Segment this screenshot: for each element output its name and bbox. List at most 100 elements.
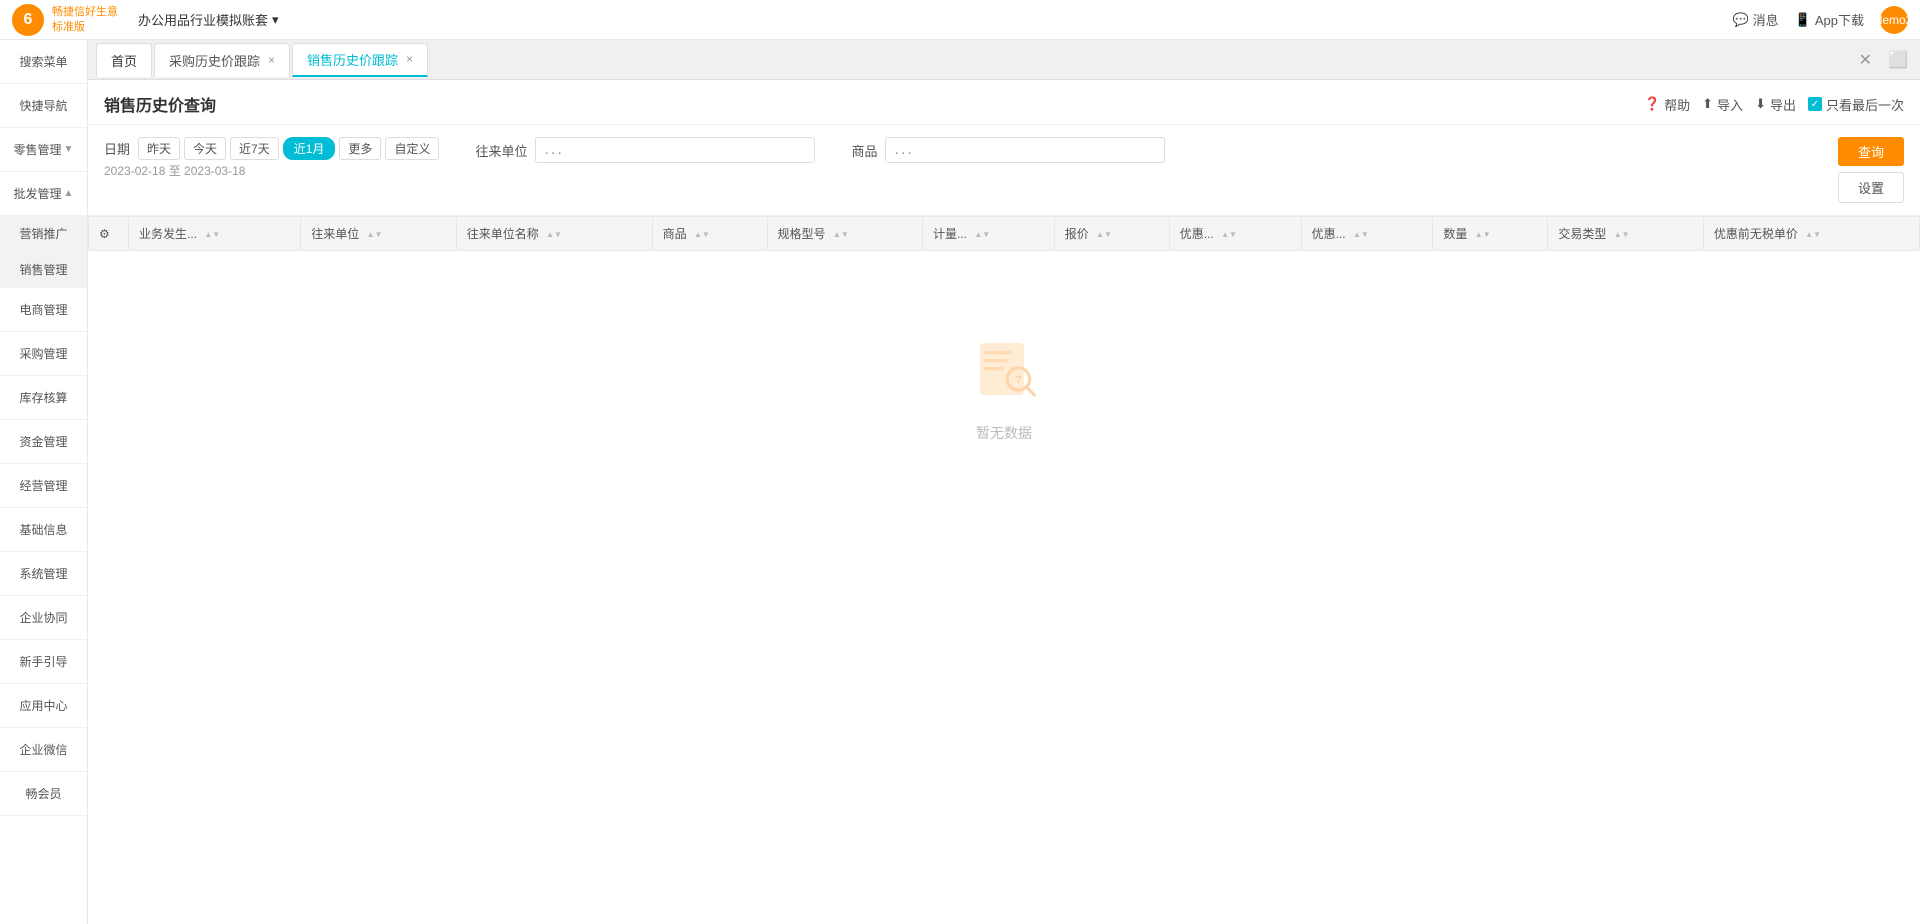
date-btn-7days[interactable]: 近7天 [230, 137, 279, 160]
sidebar-item-enterprise-collab[interactable]: 企业协同 [0, 596, 87, 640]
tab-bar-right: ✕ ⬜ [1855, 48, 1912, 72]
logo-area: 6 畅捷信好生意 标准版 [12, 4, 118, 36]
tab-bar: 首页 采购历史价跟踪 × 销售历史价跟踪 × ✕ ⬜ [88, 40, 1920, 80]
sidebar-item-basic-info[interactable]: 基础信息 [0, 508, 87, 552]
sort-trade-type-icon: ▲▼ [1614, 231, 1630, 239]
sidebar-item-newbie-guide[interactable]: 新手引导 [0, 640, 87, 684]
partner-filter-group: 往来单位 ... [475, 137, 815, 163]
th-trade-type[interactable]: 交易类型 ▲▼ [1548, 217, 1703, 251]
tab-sales-history[interactable]: 销售历史价跟踪 × [292, 43, 428, 77]
date-filter-group: 日期 昨天 今天 近7天 近1月 更多 自定义 2023-02-18 至 202… [104, 137, 439, 179]
window-close-btn[interactable]: ✕ [1855, 48, 1876, 72]
dropdown-arrow-icon: ▾ [272, 12, 279, 28]
partner-input[interactable]: ... [535, 137, 815, 163]
date-btn-yesterday[interactable]: 昨天 [138, 137, 180, 160]
only-last-wrapper[interactable]: 只看最后一次 [1808, 95, 1904, 114]
settings-button[interactable]: 设置 [1838, 172, 1904, 203]
data-table: ⚙ 业务发生... ▲▼ 往来单位 ▲▼ 往来单位名称 [88, 216, 1920, 251]
date-btn-today[interactable]: 今天 [184, 137, 226, 160]
svg-text:?: ? [1015, 374, 1022, 386]
th-discount2[interactable]: 优惠... ▲▼ [1301, 217, 1433, 251]
table-header-row: ⚙ 业务发生... ▲▼ 往来单位 ▲▼ 往来单位名称 [89, 217, 1920, 251]
empty-state: ? 暂无数据 [88, 251, 1920, 523]
sidebar-item-system-mgmt[interactable]: 系统管理 [0, 552, 87, 596]
th-product[interactable]: 商品 ▲▼ [652, 217, 767, 251]
membership-label: 畅会员 [25, 785, 61, 802]
th-quantity[interactable]: 数量 ▲▼ [1433, 217, 1548, 251]
tab-purchase-history-label: 采购历史价跟踪 [169, 51, 260, 70]
window-maximize-btn[interactable]: ⬜ [1884, 48, 1912, 72]
app-nav-item[interactable]: 📱 App下载 [1795, 10, 1864, 29]
only-last-checkbox[interactable] [1808, 97, 1822, 111]
basic-info-label: 基础信息 [19, 521, 67, 538]
tab-purchase-history[interactable]: 采购历史价跟踪 × [154, 43, 290, 77]
sidebar-item-purchase[interactable]: 采购管理 [0, 332, 87, 376]
export-action[interactable]: ⬇ 导出 [1755, 95, 1796, 114]
enterprise-collab-label: 企业协同 [19, 609, 67, 626]
th-spec[interactable]: 规格型号 ▲▼ [767, 217, 922, 251]
sidebar-item-sales-mgmt[interactable]: 销售管理 [0, 252, 87, 288]
sidebar-item-wholesale[interactable]: 批发管理 ▲ [0, 172, 87, 216]
tab-purchase-history-close[interactable]: × [268, 53, 275, 67]
ecommerce-label: 电商管理 [19, 301, 67, 318]
sidebar-item-operations[interactable]: 经营管理 [0, 464, 87, 508]
th-discount1[interactable]: 优惠... ▲▼ [1169, 217, 1301, 251]
sidebar-item-app-center[interactable]: 应用中心 [0, 684, 87, 728]
retail-chevron-icon: ▼ [64, 144, 74, 155]
page-header: 销售历史价查询 ❓ 帮助 ⬆ 导入 ⬇ 导出 [88, 80, 1920, 125]
newbie-guide-label: 新手引导 [19, 653, 67, 670]
empty-text: 暂无数据 [976, 423, 1032, 443]
date-btn-1month[interactable]: 近1月 [283, 137, 336, 160]
th-partner[interactable]: 往来单位 ▲▼ [301, 217, 456, 251]
tab-sales-history-close[interactable]: × [406, 52, 413, 66]
sort-pre-discount-price-icon: ▲▼ [1805, 231, 1821, 239]
avatar: demo2 [1880, 6, 1908, 34]
logo-text: 畅捷信好生意 标准版 [52, 5, 118, 34]
sidebar-item-inventory[interactable]: 库存核算 [0, 376, 87, 420]
sort-unit-icon: ▲▼ [974, 231, 990, 239]
message-nav-item[interactable]: 💬 消息 [1732, 10, 1778, 29]
product-input[interactable]: ... [885, 137, 1165, 163]
content-area: 首页 采购历史价跟踪 × 销售历史价跟踪 × ✕ ⬜ 销售历史价查询 [88, 40, 1920, 924]
table-container: ⚙ 业务发生... ▲▼ 往来单位 ▲▼ 往来单位名称 [88, 216, 1920, 523]
company-dropdown[interactable]: 办公用品行业模拟账套 ▾ [138, 10, 279, 29]
th-biz-date[interactable]: 业务发生... ▲▼ [129, 217, 301, 251]
tab-home[interactable]: 首页 [96, 43, 152, 77]
th-pre-discount-price[interactable]: 优惠前无税单价 ▲▼ [1703, 217, 1919, 251]
th-partner-name[interactable]: 往来单位名称 ▲▼ [456, 217, 652, 251]
page-content: 销售历史价查询 ❓ 帮助 ⬆ 导入 ⬇ 导出 [88, 80, 1920, 924]
date-buttons-group: 日期 昨天 今天 近7天 近1月 更多 自定义 [104, 137, 439, 160]
sort-partner-icon: ▲▼ [367, 231, 383, 239]
sort-discount2-icon: ▲▼ [1353, 231, 1369, 239]
sidebar-item-membership[interactable]: 畅会员 [0, 772, 87, 816]
page-actions: ❓ 帮助 ⬆ 导入 ⬇ 导出 只看最后一次 [1644, 95, 1904, 114]
product-filter-group: 商品 ... [851, 137, 1165, 163]
help-icon: ❓ [1644, 96, 1660, 112]
retail-label: 零售管理 [14, 141, 62, 158]
user-nav-item[interactable]: demo2 [1880, 6, 1908, 34]
sidebar-item-quick-nav[interactable]: 快捷导航 [0, 84, 87, 128]
import-action[interactable]: ⬆ 导入 [1702, 95, 1743, 114]
sidebar-item-finance[interactable]: 资金管理 [0, 420, 87, 464]
sidebar-item-enterprise-wechat[interactable]: 企业微信 [0, 728, 87, 772]
app-center-label: 应用中心 [19, 697, 67, 714]
gear-icon: ⚙ [99, 227, 110, 241]
query-button[interactable]: 查询 [1838, 137, 1904, 166]
sidebar-item-retail[interactable]: 零售管理 ▼ [0, 128, 87, 172]
date-btn-more[interactable]: 更多 [339, 137, 381, 160]
th-price[interactable]: 报价 ▲▼ [1054, 217, 1169, 251]
sidebar-item-marketing[interactable]: 营销推广 [0, 216, 87, 252]
th-unit[interactable]: 计量... ▲▼ [922, 217, 1054, 251]
sidebar: 搜索菜单 快捷导航 零售管理 ▼ 批发管理 ▲ 营销推广 销售管理 电商管理 采… [0, 40, 88, 924]
product-label: 商品 [851, 141, 877, 160]
tab-sales-history-label: 销售历史价跟踪 [307, 50, 398, 69]
date-btn-custom[interactable]: 自定义 [385, 137, 439, 160]
th-gear[interactable]: ⚙ [89, 217, 129, 251]
export-icon: ⬇ [1755, 96, 1766, 112]
help-action[interactable]: ❓ 帮助 [1644, 95, 1690, 114]
message-icon: 💬 [1732, 12, 1748, 28]
sidebar-item-search-menu[interactable]: 搜索菜单 [0, 40, 87, 84]
filter-area: 日期 昨天 今天 近7天 近1月 更多 自定义 2023-02-18 至 202… [88, 125, 1920, 216]
sidebar-item-ecommerce[interactable]: 电商管理 [0, 288, 87, 332]
import-icon: ⬆ [1702, 96, 1713, 112]
